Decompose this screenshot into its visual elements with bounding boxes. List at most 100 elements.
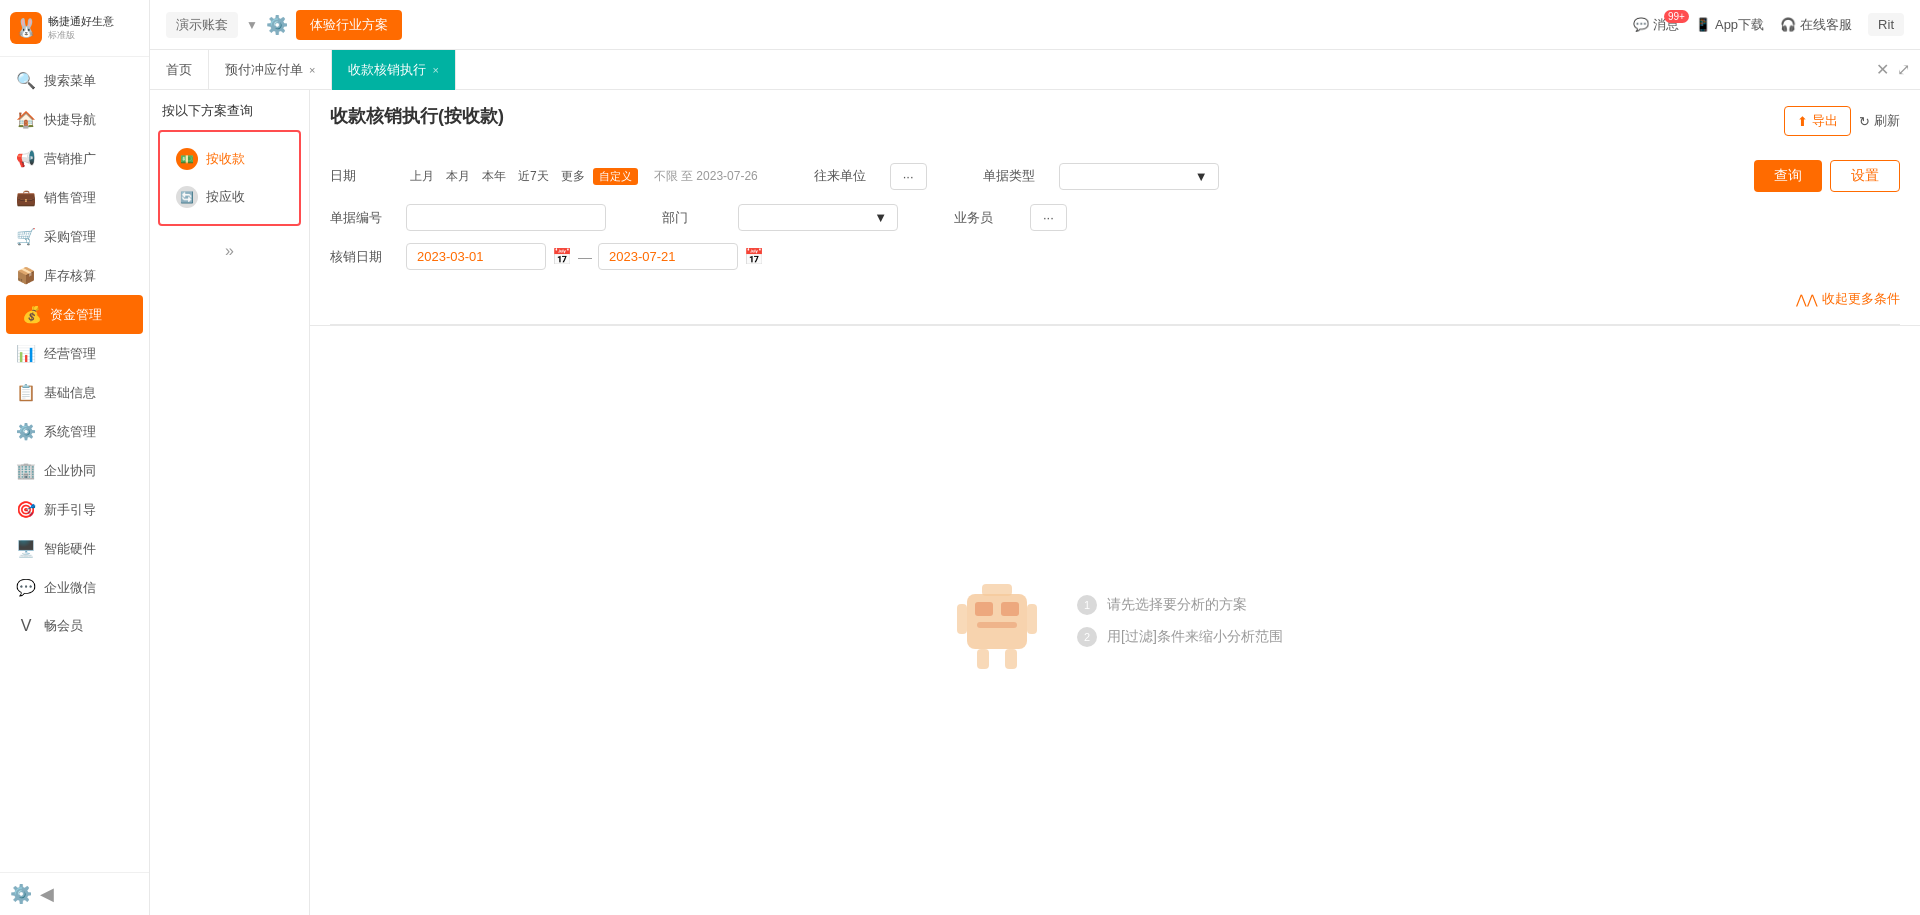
sidebar-item-search[interactable]: 🔍 搜索菜单 <box>0 61 149 100</box>
date-filter-this-year[interactable]: 本年 <box>478 166 510 187</box>
dept-select[interactable]: ▼ <box>738 204 898 231</box>
main-content: 收款核销执行(按收款) ⬆ 导出 ↻ 刷新 日期 <box>310 90 1920 915</box>
sidebar-item-marketing[interactable]: 📢 营销推广 <box>0 139 149 178</box>
export-button[interactable]: ⬆ 导出 <box>1784 106 1851 136</box>
app-download-button[interactable]: 📱 App下载 <box>1695 16 1764 34</box>
date-label: 日期 <box>330 167 390 185</box>
sidebar-item-vip[interactable]: V 畅会员 <box>0 607 149 645</box>
query-area: 日期 上月 本月 本年 近7天 更多 自定义 不限 至 2023-07-26 往… <box>330 144 1900 325</box>
write-off-date-end[interactable] <box>598 243 738 270</box>
inventory-icon: 📦 <box>16 266 36 285</box>
filter-by-receivable[interactable]: 🔄 按应收 <box>160 178 299 216</box>
sidebar-label-search: 搜索菜单 <box>44 72 96 90</box>
dept-arrow: ▼ <box>874 210 887 225</box>
refresh-label: 刷新 <box>1874 112 1900 130</box>
settings-bottom-icon[interactable]: ⚙️ <box>10 883 32 905</box>
query-row-3: 核销日期 📅 — 📅 <box>330 243 1900 270</box>
close-all-tabs-icon[interactable]: ✕ <box>1876 60 1889 79</box>
sidebar-item-basic[interactable]: 📋 基础信息 <box>0 373 149 412</box>
setting-button[interactable]: 设置 <box>1830 160 1900 192</box>
date-filter-this-month[interactable]: 本月 <box>442 166 474 187</box>
empty-tip-2: 2 用[过滤]条件来缩小分析范围 <box>1077 627 1283 647</box>
empty-tips: 1 请先选择要分析的方案 2 用[过滤]条件来缩小分析范围 <box>1077 595 1283 647</box>
write-off-date-label: 核销日期 <box>330 248 390 266</box>
tip-text-2: 用[过滤]条件来缩小分析范围 <box>1107 628 1283 646</box>
logo-text-block: 畅捷通好生意 标准版 <box>48 14 114 41</box>
receivable-filter-label: 按应收 <box>206 188 245 206</box>
solution-button[interactable]: 体验行业方案 <box>296 10 402 40</box>
expand-icon[interactable]: ⤢ <box>1897 60 1910 79</box>
sidebar-item-operation[interactable]: 📊 经营管理 <box>0 334 149 373</box>
service-icon: 🎧 <box>1780 17 1796 32</box>
sidebar-label-vip: 畅会员 <box>44 617 83 635</box>
user-menu[interactable]: Rit <box>1868 13 1904 36</box>
app-icon: 📱 <box>1695 17 1711 32</box>
voucher-no-input[interactable] <box>406 204 606 231</box>
tab-home[interactable]: 首页 <box>150 50 209 90</box>
sidebar-label-system: 系统管理 <box>44 423 96 441</box>
sidebar-item-enterprise[interactable]: 🏢 企业协同 <box>0 451 149 490</box>
collection-tab-label: 收款核销执行 <box>348 61 426 79</box>
date-filter-last-month[interactable]: 上月 <box>406 166 438 187</box>
sidebar-label-operation: 经营管理 <box>44 345 96 363</box>
employee-field[interactable]: ··· <box>1030 204 1067 231</box>
sidebar-label-basic: 基础信息 <box>44 384 96 402</box>
calendar-end-icon[interactable]: 📅 <box>744 247 764 266</box>
sidebar-label-purchase: 采购管理 <box>44 228 96 246</box>
tip-number-2: 2 <box>1077 627 1097 647</box>
svg-rect-3 <box>977 622 1017 628</box>
query-buttons: 查询 设置 <box>1754 160 1900 192</box>
content-area: 按以下方案查询 💵 按收款 🔄 按应收 » 收款核销执行(按收款) <box>150 90 1920 915</box>
app-name: 畅捷通好生意 <box>48 14 114 28</box>
collapse-sidebar-icon[interactable]: ◀ <box>40 883 54 905</box>
topbar-right: 💬 消息 99+ 📱 App下载 🎧 在线客服 Rit <box>1633 13 1904 36</box>
date-filter-more[interactable]: 更多 <box>557 166 589 187</box>
date-filter-7days[interactable]: 近7天 <box>514 166 553 187</box>
sidebar-item-hardware[interactable]: 🖥️ 智能硬件 <box>0 529 149 568</box>
message-badge: 99+ <box>1664 10 1689 23</box>
sidebar-item-inventory[interactable]: 📦 库存核算 <box>0 256 149 295</box>
sidebar-label-inventory: 库存核算 <box>44 267 96 285</box>
message-button[interactable]: 💬 消息 99+ <box>1633 16 1679 34</box>
date-custom-badge[interactable]: 自定义 <box>593 168 638 185</box>
query-row-2: 单据编号 部门 ▼ 业务员 ··· <box>330 204 1900 231</box>
sidebar-label-hardware: 智能硬件 <box>44 540 96 558</box>
topbar-left: 演示账套 ▼ ⚙️ 体验行业方案 <box>166 10 1621 40</box>
filter-panel: 按以下方案查询 💵 按收款 🔄 按应收 » <box>150 90 310 915</box>
refresh-icon: ↻ <box>1859 114 1870 129</box>
app-download-label: App下载 <box>1715 16 1764 34</box>
settings-icon[interactable]: ⚙️ <box>266 14 288 36</box>
voucher-type-select[interactable]: ▼ <box>1059 163 1219 190</box>
company-dropdown-icon[interactable]: ▼ <box>246 18 258 32</box>
sidebar-label-wechat: 企业微信 <box>44 579 96 597</box>
sidebar-item-sales[interactable]: 💼 销售管理 <box>0 178 149 217</box>
empty-tip-1: 1 请先选择要分析的方案 <box>1077 595 1283 615</box>
tab-prepay[interactable]: 预付冲应付单 × <box>209 50 332 90</box>
prepay-tab-close[interactable]: × <box>309 64 315 76</box>
filter-panel-border: 💵 按收款 🔄 按应收 <box>158 130 301 226</box>
sidebar-item-quick[interactable]: 🏠 快捷导航 <box>0 100 149 139</box>
sidebar-item-wechat[interactable]: 💬 企业微信 <box>0 568 149 607</box>
voucher-no-label: 单据编号 <box>330 209 390 227</box>
sidebar-item-system[interactable]: ⚙️ 系统管理 <box>0 412 149 451</box>
query-button[interactable]: 查询 <box>1754 160 1822 192</box>
vip-icon: V <box>16 617 36 635</box>
filter-by-receipt[interactable]: 💵 按收款 <box>160 140 299 178</box>
logo-icon: 🐰 <box>10 12 42 44</box>
collapse-button[interactable]: ⋀⋀ 收起更多条件 <box>1796 290 1900 308</box>
hardware-icon: 🖥️ <box>16 539 36 558</box>
company-selector[interactable]: 演示账套 <box>166 12 238 38</box>
online-service-button[interactable]: 🎧 在线客服 <box>1780 16 1852 34</box>
refresh-button[interactable]: ↻ 刷新 <box>1859 112 1900 130</box>
sidebar-item-guide[interactable]: 🎯 新手引导 <box>0 490 149 529</box>
calendar-start-icon[interactable]: 📅 <box>552 247 572 266</box>
svg-rect-6 <box>1027 604 1037 634</box>
write-off-date-start[interactable] <box>406 243 546 270</box>
counterparty-field[interactable]: ··· <box>890 163 927 190</box>
tab-collection[interactable]: 收款核销执行 × <box>332 50 455 90</box>
sidebar-item-finance[interactable]: 💰 资金管理 <box>6 295 143 334</box>
sidebar-item-purchase[interactable]: 🛒 采购管理 <box>0 217 149 256</box>
prepay-tab-label: 预付冲应付单 <box>225 61 303 79</box>
collection-tab-close[interactable]: × <box>432 64 438 76</box>
filter-collapse-button[interactable]: » <box>150 234 309 268</box>
